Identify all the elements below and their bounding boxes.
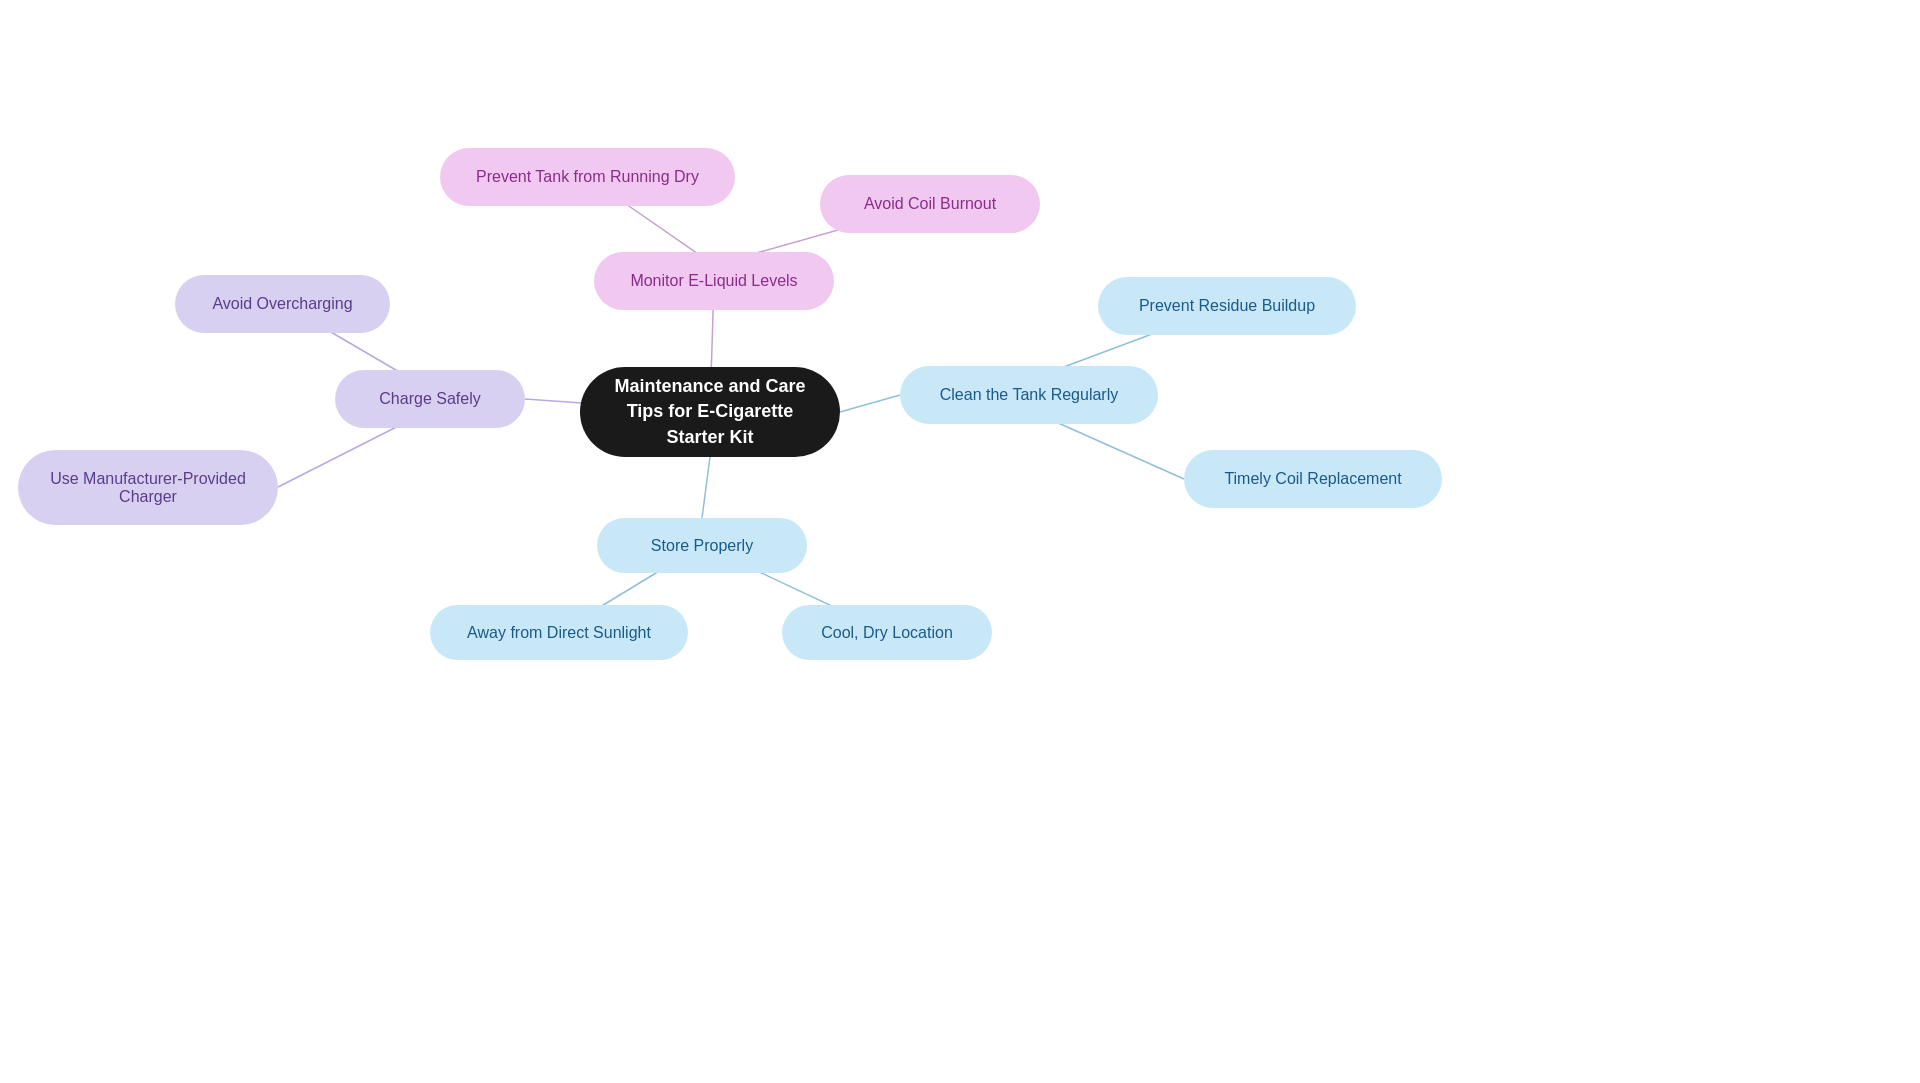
monitor-eliquid-node: Monitor E-Liquid Levels (594, 252, 834, 310)
cool-dry-node: Cool, Dry Location (782, 605, 992, 660)
store-properly-node: Store Properly (597, 518, 807, 573)
away-sunlight-node: Away from Direct Sunlight (430, 605, 688, 660)
clean-tank-node: Clean the Tank Regularly (900, 366, 1158, 424)
svg-line-6 (840, 395, 900, 412)
avoid-overcharging-node: Avoid Overcharging (175, 275, 390, 333)
coil-burnout-node: Avoid Coil Burnout (820, 175, 1040, 233)
charge-safely-node: Charge Safely (335, 370, 525, 428)
svg-line-9 (702, 457, 710, 518)
manufacturer-charger-node: Use Manufacturer-Provided Charger (18, 450, 278, 525)
prevent-dry-node: Prevent Tank from Running Dry (440, 148, 735, 206)
center-node: Maintenance and Care Tips for E-Cigarett… (580, 367, 840, 457)
timely-coil-node: Timely Coil Replacement (1184, 450, 1442, 508)
prevent-residue-node: Prevent Residue Buildup (1098, 277, 1356, 335)
